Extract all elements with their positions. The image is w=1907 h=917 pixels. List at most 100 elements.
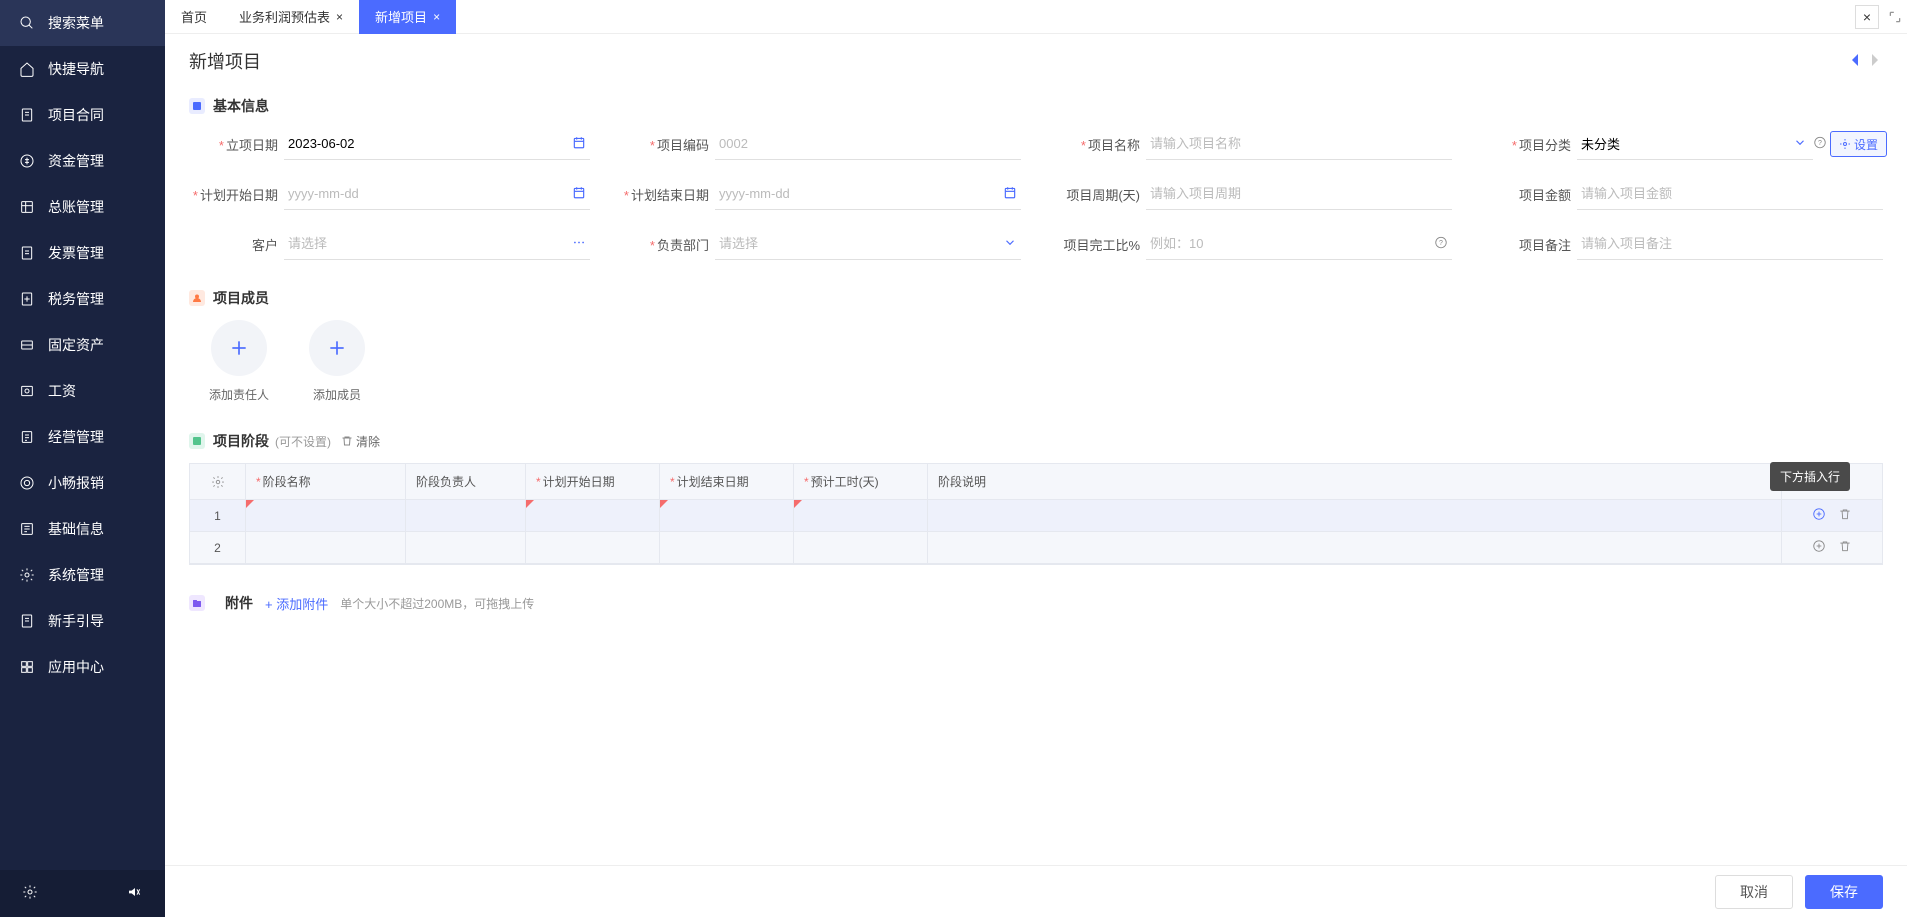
col-stage-owner: 阶段负责人 [406,464,526,499]
col-settings[interactable] [190,464,246,499]
cell-owner[interactable] [406,500,526,531]
sidebar-item-funds[interactable]: 资金管理 [0,138,165,184]
fullscreen-icon[interactable] [1883,5,1907,29]
cell-hours[interactable] [794,532,928,563]
cell-end[interactable] [660,532,794,563]
calendar-icon[interactable] [1003,186,1017,203]
section-title: 项目成员 [213,288,269,308]
nav-next[interactable] [1867,51,1883,72]
customer-select[interactable] [284,228,590,260]
col-stage-name: *阶段名称 [246,464,406,499]
calendar-icon[interactable] [572,136,586,153]
name-input[interactable] [1146,128,1452,160]
sidebar-item-label: 税务管理 [48,289,104,309]
cell-name[interactable] [246,500,406,531]
cell-hours[interactable] [794,500,928,531]
expense-icon [18,474,36,492]
funds-icon [18,152,36,170]
label-period: 项目周期(天) [1066,188,1140,203]
add-member-button[interactable] [309,320,365,376]
row-index: 1 [190,500,246,531]
sidebar-item-nav[interactable]: 快捷导航 [0,46,165,92]
insert-row-button[interactable] [1812,507,1826,524]
label-amount: 项目金额 [1519,188,1571,203]
add-owner-button[interactable] [211,320,267,376]
label-customer: 客户 [252,238,278,253]
plan-end-input[interactable] [715,178,1021,210]
sidebar-item-assets[interactable]: 固定资产 [0,322,165,368]
dept-select[interactable] [715,228,1021,260]
help-icon[interactable]: ? [1813,136,1827,153]
table-row[interactable]: 2 [190,532,1882,564]
sidebar-item-basic[interactable]: 基础信息 [0,506,165,552]
sidebar-item-invoice[interactable]: 发票管理 [0,230,165,276]
guide-icon [18,612,36,630]
amount-input[interactable] [1577,178,1883,210]
category-setup-button[interactable]: 设置 [1830,131,1887,157]
invoice-icon [18,244,36,262]
period-input[interactable] [1146,178,1452,210]
svg-text:?: ? [1818,140,1822,147]
sidebar-item-label: 经营管理 [48,427,104,447]
close-icon[interactable]: × [336,10,343,24]
add-attachment-button[interactable]: + 添加附件 [265,594,328,613]
calendar-icon[interactable] [572,186,586,203]
sidebar: 搜索菜单 快捷导航 项目合同 资金管理 总账管理 发票管理 税务管理 固定资产 [0,0,165,917]
settings-icon[interactable] [22,884,38,903]
sidebar-item-contract[interactable]: 项目合同 [0,92,165,138]
section-basic: 基本信息 *立项日期 *项目编码 [189,88,1883,260]
sidebar-item-apps[interactable]: 应用中心 [0,644,165,690]
plan-start-input[interactable] [284,178,590,210]
remark-input[interactable] [1577,228,1883,260]
sidebar-search[interactable]: 搜索菜单 [0,0,165,46]
sidebar-item-biz[interactable]: 经营管理 [0,414,165,460]
add-owner-label: 添加责任人 [209,386,269,403]
help-icon[interactable]: ? [1434,236,1448,253]
chevron-down-icon[interactable] [1793,136,1807,153]
col-stage-hours: *预计工时(天) [794,464,928,499]
tab-profit-estimate[interactable]: 业务利润预估表× [223,0,359,34]
sidebar-item-salary[interactable]: 工资 [0,368,165,414]
created-date-input[interactable] [284,128,590,160]
label-code: 项目编码 [657,138,709,153]
save-button[interactable]: 保存 [1805,875,1883,909]
more-icon[interactable] [572,236,586,253]
collapse-icon[interactable] [127,884,143,903]
delete-row-button[interactable] [1838,539,1852,556]
clear-stages-button[interactable]: 清除 [341,433,380,450]
tab-label: 新增项目 [375,7,427,26]
cell-start[interactable] [526,532,660,563]
cell-desc[interactable] [928,532,1782,563]
sidebar-item-guide[interactable]: 新手引导 [0,598,165,644]
table-row[interactable]: 1 [190,500,1882,532]
sidebar-item-tax[interactable]: 税务管理 [0,276,165,322]
sidebar-item-system[interactable]: 系统管理 [0,552,165,598]
cell-start[interactable] [526,500,660,531]
tabs-close-all[interactable]: × [1855,5,1879,29]
section-stages: 项目阶段 (可不设置) 清除 *阶段名称 阶段负责人 *计划开始日期 *计划结束… [189,423,1883,565]
sidebar-item-expense[interactable]: 小畅报销 [0,460,165,506]
complete-input[interactable] [1146,228,1452,260]
gear-icon [18,566,36,584]
category-select[interactable] [1577,128,1813,160]
cell-owner[interactable] [406,532,526,563]
tab-home[interactable]: 首页 [165,0,223,34]
delete-row-button[interactable] [1838,507,1852,524]
cell-end[interactable] [660,500,794,531]
chevron-down-icon[interactable] [1003,236,1017,253]
apps-icon [18,658,36,676]
row-index: 2 [190,532,246,563]
svg-text:?: ? [1439,240,1443,247]
section-icon [189,98,205,114]
nav-prev[interactable] [1847,51,1863,72]
label-category: 项目分类 [1519,138,1571,153]
cell-name[interactable] [246,532,406,563]
sidebar-item-ledger[interactable]: 总账管理 [0,184,165,230]
tab-new-project[interactable]: 新增项目 × [359,0,456,34]
insert-row-button[interactable] [1812,539,1826,556]
code-input[interactable] [715,128,1021,160]
cancel-button[interactable]: 取消 [1715,875,1793,909]
sidebar-search-label: 搜索菜单 [48,13,104,33]
close-icon[interactable]: × [433,10,440,24]
cell-desc[interactable] [928,500,1782,531]
